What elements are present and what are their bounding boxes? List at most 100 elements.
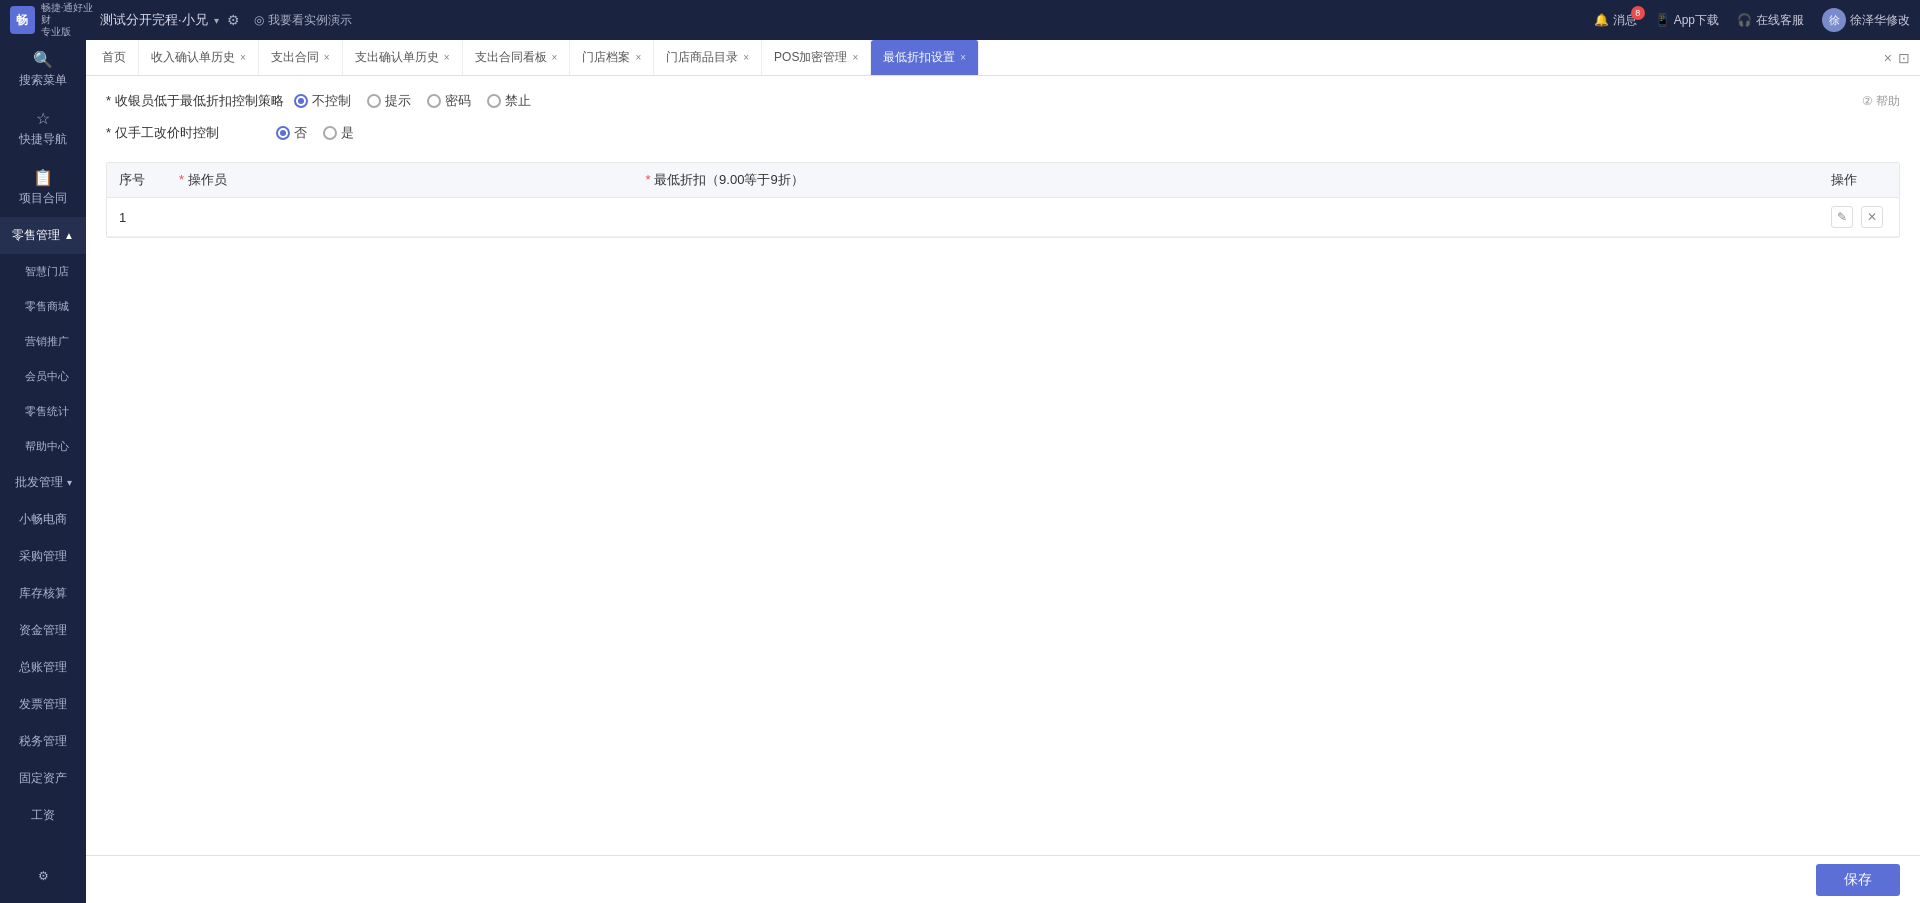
radio-remind-label: 提示	[385, 92, 411, 110]
sidebar: 🔍 搜索菜单 ☆ 快捷导航 📋 项目合同 零售管理 ▲ 智慧门店 零售商城 营销…	[0, 40, 86, 903]
sidebar-item-quick-nav[interactable]: ☆ 快捷导航	[0, 99, 86, 158]
tab-payment-board[interactable]: 支出合同看板 ×	[463, 40, 571, 76]
tab-min-discount-close[interactable]: ×	[960, 52, 966, 63]
sidebar-item-fixed-assets[interactable]: 固定资产	[0, 760, 86, 797]
sidebar-item-wholesale-manage[interactable]: 批发管理 ▾	[0, 464, 86, 501]
tab-payment-confirm[interactable]: 支出确认单历史 ×	[343, 40, 463, 76]
radio-remind[interactable]: 提示	[367, 92, 411, 110]
sidebar-item-retail-stats[interactable]: 零售统计	[0, 394, 86, 429]
project-name: 测试分开完程·小兄	[100, 11, 208, 29]
sidebar-label-fund-manage: 资金管理	[19, 622, 67, 639]
sidebar-item-search-menu[interactable]: 🔍 搜索菜单	[0, 40, 86, 99]
radio-ban[interactable]: 禁止	[487, 92, 531, 110]
logo-icon: 畅	[10, 6, 35, 34]
tab-store-products[interactable]: 门店商品目录 ×	[654, 40, 762, 76]
demo-link-text: 我要看实例演示	[268, 12, 352, 29]
save-button[interactable]: 保存	[1816, 864, 1900, 896]
tab-maximize-icon[interactable]: ⊡	[1898, 50, 1910, 66]
collapse-icon: ▾	[67, 477, 72, 488]
table-body: 1 ✎ ✕	[107, 198, 1899, 237]
col-operator: * 操作员	[167, 163, 633, 198]
tab-payment-contract[interactable]: 支出合同 ×	[259, 40, 343, 76]
sidebar-item-marketing[interactable]: 营销推广	[0, 324, 86, 359]
headset-icon: 🎧	[1737, 13, 1752, 27]
tab-min-discount[interactable]: 最低折扣设置 ×	[871, 40, 979, 76]
row-edit-button[interactable]: ✎	[1831, 206, 1853, 228]
tab-income-confirm[interactable]: 收入确认单历史 ×	[139, 40, 259, 76]
sidebar-item-invoice-manage[interactable]: 发票管理	[0, 686, 86, 723]
notifications-action[interactable]: 🔔 消息 8	[1594, 12, 1637, 29]
sidebar-item-salary[interactable]: 工资	[0, 797, 86, 834]
sidebar-item-tax-manage[interactable]: 税务管理	[0, 723, 86, 760]
tab-home[interactable]: 首页	[90, 40, 139, 76]
page-content: * 收银员低于最低折扣控制策略 不控制 提示	[86, 76, 1920, 855]
demo-link[interactable]: ◎ 我要看实例演示	[254, 12, 352, 29]
data-table-wrapper: 序号 * 操作员 * 最低折扣（9.00等于9折） 操作 1	[106, 162, 1900, 238]
table-row: 1 ✎ ✕	[107, 198, 1899, 237]
bottom-bar: 保存	[86, 855, 1920, 903]
user-profile-action[interactable]: 徐 徐泽华修改	[1822, 8, 1910, 32]
manual-price-radio-group: 否 是	[276, 124, 354, 142]
tab-store-file-close[interactable]: ×	[635, 52, 641, 63]
tab-store-products-close[interactable]: ×	[743, 52, 749, 63]
tab-pos-password[interactable]: POS加密管理 ×	[762, 40, 871, 76]
top-header: 畅 畅捷·通好业财 专业版 测试分开完程·小兄 ▾ ⚙ ◎ 我要看实例演示 🔔 …	[0, 0, 1920, 40]
radio-manual-yes[interactable]: 是	[323, 124, 354, 142]
project-settings-icon[interactable]: ⚙	[227, 12, 240, 28]
tab-payment-contract-close[interactable]: ×	[324, 52, 330, 63]
radio-no-control-label: 不控制	[312, 92, 351, 110]
sidebar-item-project-contract[interactable]: 📋 项目合同	[0, 158, 86, 217]
tab-payment-board-close[interactable]: ×	[552, 52, 558, 63]
sidebar-label-marketing: 营销推广	[25, 334, 69, 349]
sidebar-item-inventory[interactable]: 库存核算	[0, 575, 86, 612]
radio-password-label: 密码	[445, 92, 471, 110]
app-download-action[interactable]: 📱 App下载	[1655, 12, 1719, 29]
help-icon: ②	[1862, 94, 1873, 108]
expand-icon: ▲	[64, 230, 74, 241]
tab-store-file[interactable]: 门店档案 ×	[570, 40, 654, 76]
cell-operator	[167, 198, 633, 237]
sidebar-label-search-menu: 搜索菜单	[19, 72, 67, 89]
help-text: 帮助	[1876, 93, 1900, 110]
sidebar-item-ecommerce[interactable]: 小畅电商	[0, 501, 86, 538]
sidebar-item-general-ledger[interactable]: 总账管理	[0, 649, 86, 686]
radio-password[interactable]: 密码	[427, 92, 471, 110]
radio-no-control[interactable]: 不控制	[294, 92, 351, 110]
project-selector[interactable]: 测试分开完程·小兄 ▾	[100, 11, 219, 29]
sidebar-label-member-center: 会员中心	[25, 369, 69, 384]
page-inner: * 收银员低于最低折扣控制策略 不控制 提示	[86, 76, 1920, 855]
sidebar-label-general-ledger: 总账管理	[19, 659, 67, 676]
sidebar-item-member-center[interactable]: 会员中心	[0, 359, 86, 394]
sidebar-item-retail-manage[interactable]: 零售管理 ▲	[0, 217, 86, 254]
tab-close-all-icon[interactable]: ×	[1884, 50, 1892, 66]
help-link[interactable]: ② 帮助	[1862, 93, 1900, 110]
content-area: 首页 收入确认单历史 × 支出合同 × 支出确认单历史 × 支出合同看板 × 门…	[86, 40, 1920, 903]
sidebar-item-purchase-manage[interactable]: 采购管理	[0, 538, 86, 575]
sidebar-label-retail-stats: 零售统计	[25, 404, 69, 419]
col-actions: 操作	[1819, 163, 1899, 198]
radio-manual-no[interactable]: 否	[276, 124, 307, 142]
tab-payment-confirm-close[interactable]: ×	[444, 52, 450, 63]
sidebar-item-retail-mall[interactable]: 零售商城	[0, 289, 86, 324]
download-icon: 📱	[1655, 13, 1670, 27]
tab-bar: 首页 收入确认单历史 × 支出合同 × 支出确认单历史 × 支出合同看板 × 门…	[86, 40, 1920, 76]
tab-home-label: 首页	[102, 49, 126, 66]
tab-payment-confirm-label: 支出确认单历史	[355, 49, 439, 66]
sidebar-label-project-contract: 项目合同	[19, 190, 67, 207]
tab-pos-password-close[interactable]: ×	[852, 52, 858, 63]
radio-manual-no-label: 否	[294, 124, 307, 142]
star-icon: ☆	[36, 109, 50, 128]
table-header: 序号 * 操作员 * 最低折扣（9.00等于9折） 操作	[107, 163, 1899, 198]
customer-service-action[interactable]: 🎧 在线客服	[1737, 12, 1804, 29]
sidebar-settings[interactable]: ⚙	[0, 859, 86, 893]
col-min-discount: * 最低折扣（9.00等于9折）	[633, 163, 1819, 198]
sidebar-label-inventory: 库存核算	[19, 585, 67, 602]
sidebar-item-fund-manage[interactable]: 资金管理	[0, 612, 86, 649]
tab-income-confirm-close[interactable]: ×	[240, 52, 246, 63]
sidebar-item-help-center[interactable]: 帮助中心	[0, 429, 86, 464]
sidebar-item-smart-store[interactable]: 智慧门店	[0, 254, 86, 289]
avatar: 徐	[1822, 8, 1846, 32]
discount-policy-row: * 收银员低于最低折扣控制策略 不控制 提示	[106, 92, 1900, 110]
form-section: * 收银员低于最低折扣控制策略 不控制 提示	[106, 92, 1900, 142]
row-delete-button[interactable]: ✕	[1861, 206, 1883, 228]
